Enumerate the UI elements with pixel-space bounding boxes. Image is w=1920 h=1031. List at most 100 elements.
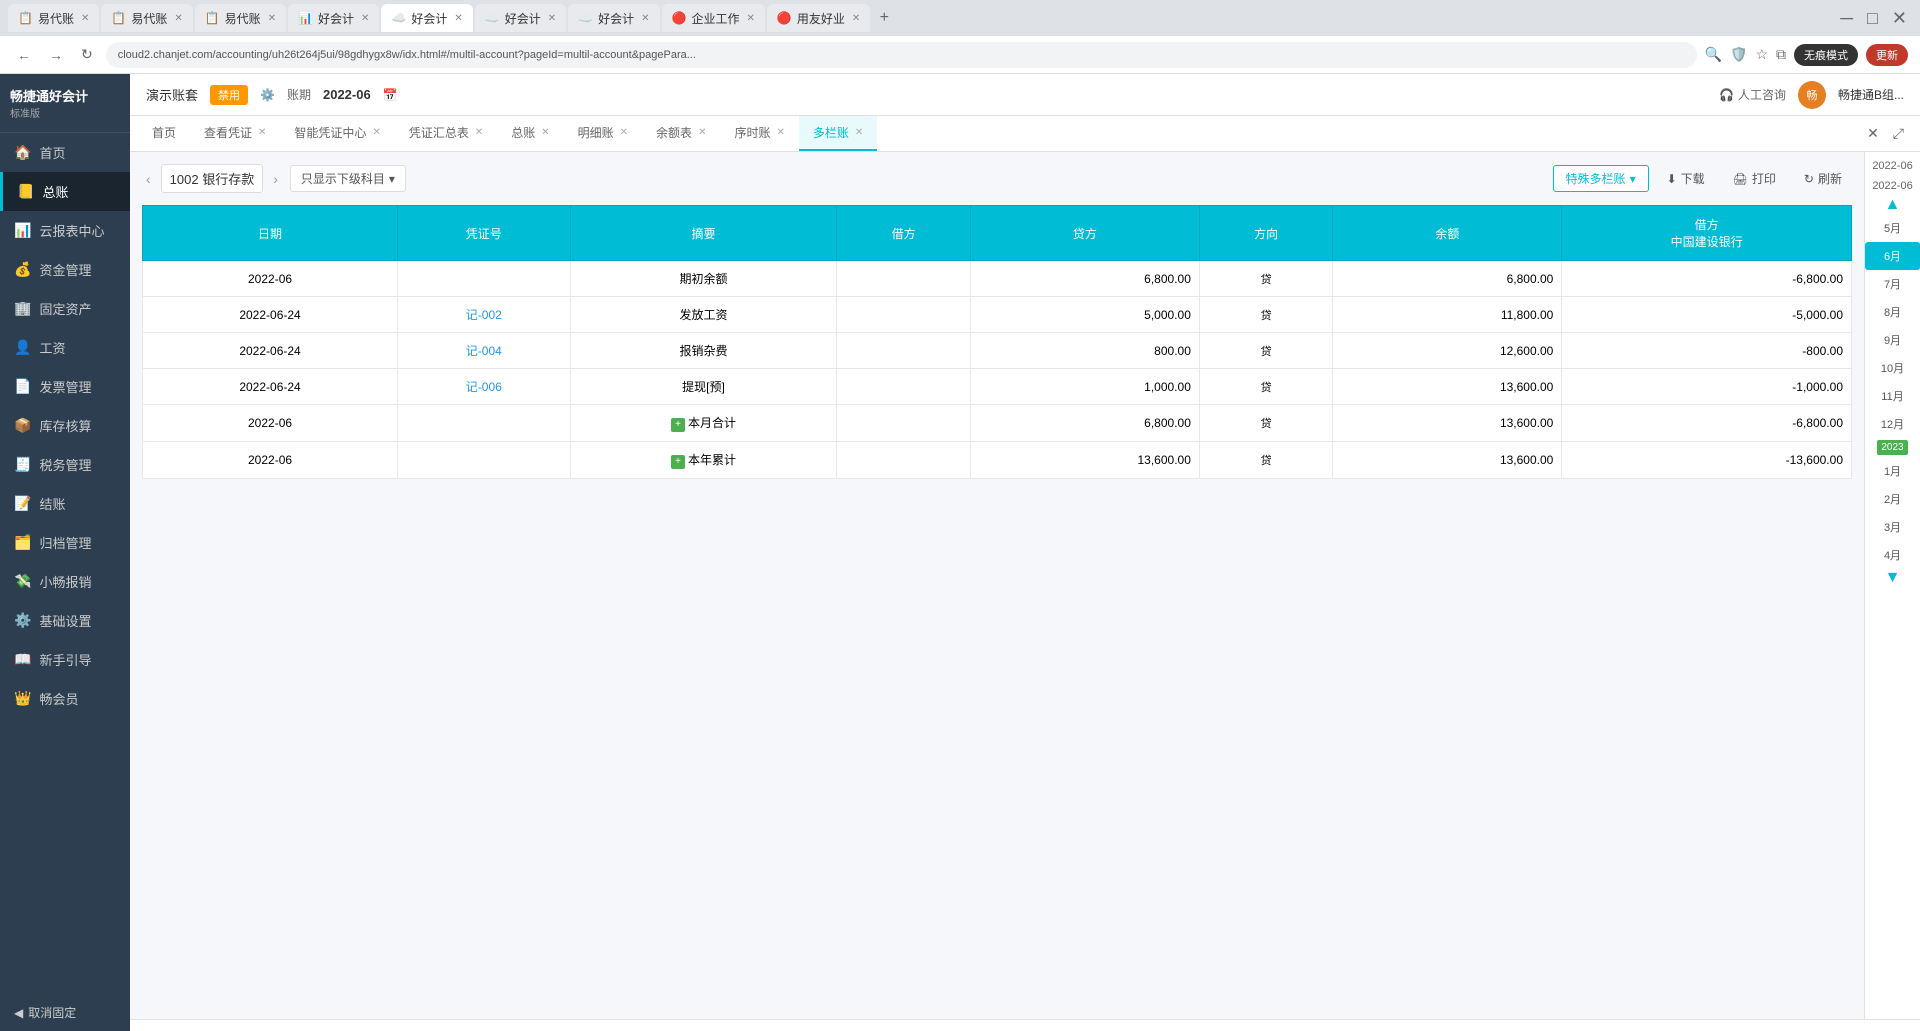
calendar-icon[interactable]: 📅 <box>383 88 398 102</box>
browser-tab-2[interactable]: 📋 易代账 ✕ <box>101 4 192 32</box>
tab-view-voucher[interactable]: 查看凭证 ✕ <box>190 116 280 151</box>
sidebar-item-home[interactable]: 🏠 首页 <box>0 133 130 172</box>
tab-close-5[interactable]: ✕ <box>454 13 462 24</box>
minimize-btn[interactable]: ─ <box>1835 6 1858 31</box>
voucher-link[interactable]: 记-004 <box>398 333 571 369</box>
sidebar-item-inventory[interactable]: 📦 库存核算 <box>0 406 130 445</box>
stealth-mode-button[interactable]: 无痕模式 <box>1794 44 1858 66</box>
prev-account-button[interactable]: ‹ <box>142 169 155 189</box>
timeline-month-apr[interactable]: 4月 <box>1865 541 1920 569</box>
horizontal-scroll-area[interactable] <box>130 1019 1920 1031</box>
browser-tab-8[interactable]: 🔴 企业工作 ✕ <box>662 4 765 32</box>
sidebar-item-member[interactable]: 👑 畅会员 <box>0 679 130 718</box>
voucher-link[interactable]: 记-006 <box>398 369 571 405</box>
tab-close-3[interactable]: ✕ <box>268 13 276 24</box>
tab-close-2[interactable]: ✕ <box>174 13 182 24</box>
tab-balance[interactable]: 余额表 ✕ <box>642 116 720 151</box>
timeline-month-jan[interactable]: 1月 <box>1865 457 1920 485</box>
star-icon[interactable]: ☆ <box>1755 46 1768 63</box>
timeline-up-arrow[interactable]: ▲ <box>1885 196 1901 214</box>
sidebar-toggle-icon[interactable]: ⧉ <box>1776 46 1786 63</box>
timeline-month-5[interactable]: 5月 <box>1865 214 1920 242</box>
tab-chrono-ledger[interactable]: 序时账 ✕ <box>720 116 798 151</box>
special-multi-column-button[interactable]: 特殊多栏账 ▾ <box>1553 165 1649 192</box>
user-avatar[interactable]: 畅 <box>1798 81 1826 109</box>
tab-voucher-summary[interactable]: 凭证汇总表 ✕ <box>395 116 497 151</box>
timeline-down-arrow[interactable]: ▼ <box>1885 569 1901 587</box>
close-btn[interactable]: ✕ <box>1887 6 1912 31</box>
sidebar-item-guide[interactable]: 📖 新手引导 <box>0 640 130 679</box>
new-tab-button[interactable]: + <box>872 6 896 30</box>
tab-home[interactable]: 首页 <box>138 116 190 151</box>
tab-close-9[interactable]: ✕ <box>852 13 860 24</box>
sidebar-item-ledger[interactable]: 📒 总账 <box>0 172 130 211</box>
print-button[interactable]: 🖨 打印 <box>1723 166 1786 191</box>
tab-close-multi-column[interactable]: ✕ <box>855 127 863 138</box>
sidebar-item-close-account[interactable]: 📝 结账 <box>0 484 130 523</box>
voucher-cell <box>398 442 571 479</box>
tab-close-7[interactable]: ✕ <box>641 13 649 24</box>
tab-close-view-voucher[interactable]: ✕ <box>258 127 266 138</box>
sidebar-item-funds[interactable]: 💰 资金管理 <box>0 250 130 289</box>
tab-close-general-ledger[interactable]: ✕ <box>541 127 549 138</box>
next-account-button[interactable]: › <box>269 169 282 189</box>
app-logo-sub: 标准版 <box>10 105 120 120</box>
filter-sub-account-button[interactable]: 只显示下级科目 ▾ <box>290 165 406 192</box>
tab-smart-voucher[interactable]: 智能凭证中心 ✕ <box>280 116 394 151</box>
consult-button[interactable]: 🎧 人工咨询 <box>1719 86 1786 103</box>
tab-close-8[interactable]: ✕ <box>746 13 754 24</box>
sidebar-item-archive[interactable]: 🗂️ 归档管理 <box>0 523 130 562</box>
timeline-month-12[interactable]: 12月 <box>1865 410 1920 438</box>
sidebar-item-expense[interactable]: 💸 小畅报销 <box>0 562 130 601</box>
browser-tab-3[interactable]: 📋 易代账 ✕ <box>195 4 286 32</box>
tab-close-6[interactable]: ✕ <box>548 13 556 24</box>
tab-detail-ledger[interactable]: 明细账 ✕ <box>564 116 642 151</box>
forward-button[interactable]: → <box>44 45 68 65</box>
sidebar-item-reports[interactable]: 📊 云报表中心 <box>0 211 130 250</box>
browser-tab-7[interactable]: ☁️ 好会计 ✕ <box>568 4 659 32</box>
timeline-month-7[interactable]: 7月 <box>1865 270 1920 298</box>
browser-tab-9[interactable]: 🔴 用友好业 ✕ <box>767 4 870 32</box>
timeline-month-6[interactable]: 6月 <box>1865 242 1920 270</box>
tab-close-4[interactable]: ✕ <box>361 13 369 24</box>
tab-close-balance[interactable]: ✕ <box>698 127 706 138</box>
sidebar-item-tax[interactable]: 🧾 税务管理 <box>0 445 130 484</box>
unpin-button[interactable]: ◀ 取消固定 <box>0 994 130 1031</box>
close-current-tab-btn[interactable]: ✕ <box>1863 123 1883 144</box>
ledger-icon: 📒 <box>17 183 34 200</box>
expand-tab-btn[interactable]: ⤢ <box>1889 123 1908 144</box>
download-button[interactable]: ⬇ 下载 <box>1657 166 1715 191</box>
back-button[interactable]: ← <box>12 45 36 65</box>
browser-tab-1[interactable]: 📋 易代账 ✕ <box>8 4 99 32</box>
sidebar-item-invoice[interactable]: 📄 发票管理 <box>0 367 130 406</box>
invoice-icon: 📄 <box>14 378 31 395</box>
tab-close-1[interactable]: ✕ <box>81 13 89 24</box>
search-icon[interactable]: 🔍 <box>1705 46 1722 63</box>
update-button[interactable]: 更新 <box>1866 44 1908 66</box>
sidebar-item-assets[interactable]: 🏢 固定资产 <box>0 289 130 328</box>
timeline-month-8[interactable]: 8月 <box>1865 298 1920 326</box>
settings-gear-icon[interactable]: ⚙️ <box>260 88 275 102</box>
tab-multi-column[interactable]: 多栏账 ✕ <box>799 116 877 151</box>
browser-tab-5[interactable]: ☁️ 好会计 ✕ <box>381 4 472 32</box>
maximize-btn[interactable]: □ <box>1862 6 1883 31</box>
table-body: 2022-06 期初余额 6,800.00 贷 6,800.00 -6,800.… <box>143 261 1852 479</box>
timeline-month-9[interactable]: 9月 <box>1865 326 1920 354</box>
refresh-button[interactable]: ↻ 刷新 <box>1794 166 1852 191</box>
reload-button[interactable]: ↻ <box>76 44 98 65</box>
url-input[interactable]: cloud2.chanjet.com/accounting/uh26t264j5… <box>106 42 1697 68</box>
timeline-month-10[interactable]: 10月 <box>1865 354 1920 382</box>
tab-general-ledger[interactable]: 总账 ✕ <box>497 116 563 151</box>
tab-close-detail-ledger[interactable]: ✕ <box>620 127 628 138</box>
browser-tab-4[interactable]: 📊 好会计 ✕ <box>288 4 379 32</box>
sidebar-item-payroll[interactable]: 👤 工资 <box>0 328 130 367</box>
timeline-month-mar[interactable]: 3月 <box>1865 513 1920 541</box>
tab-close-chrono-ledger[interactable]: ✕ <box>776 127 784 138</box>
tab-close-voucher-summary[interactable]: ✕ <box>475 127 483 138</box>
browser-tab-6[interactable]: ☁️ 好会计 ✕ <box>475 4 566 32</box>
tab-close-smart-voucher[interactable]: ✕ <box>372 127 380 138</box>
timeline-month-feb[interactable]: 2月 <box>1865 485 1920 513</box>
sidebar-item-settings[interactable]: ⚙️ 基础设置 <box>0 601 130 640</box>
timeline-month-11[interactable]: 11月 <box>1865 382 1920 410</box>
voucher-link[interactable]: 记-002 <box>398 297 571 333</box>
